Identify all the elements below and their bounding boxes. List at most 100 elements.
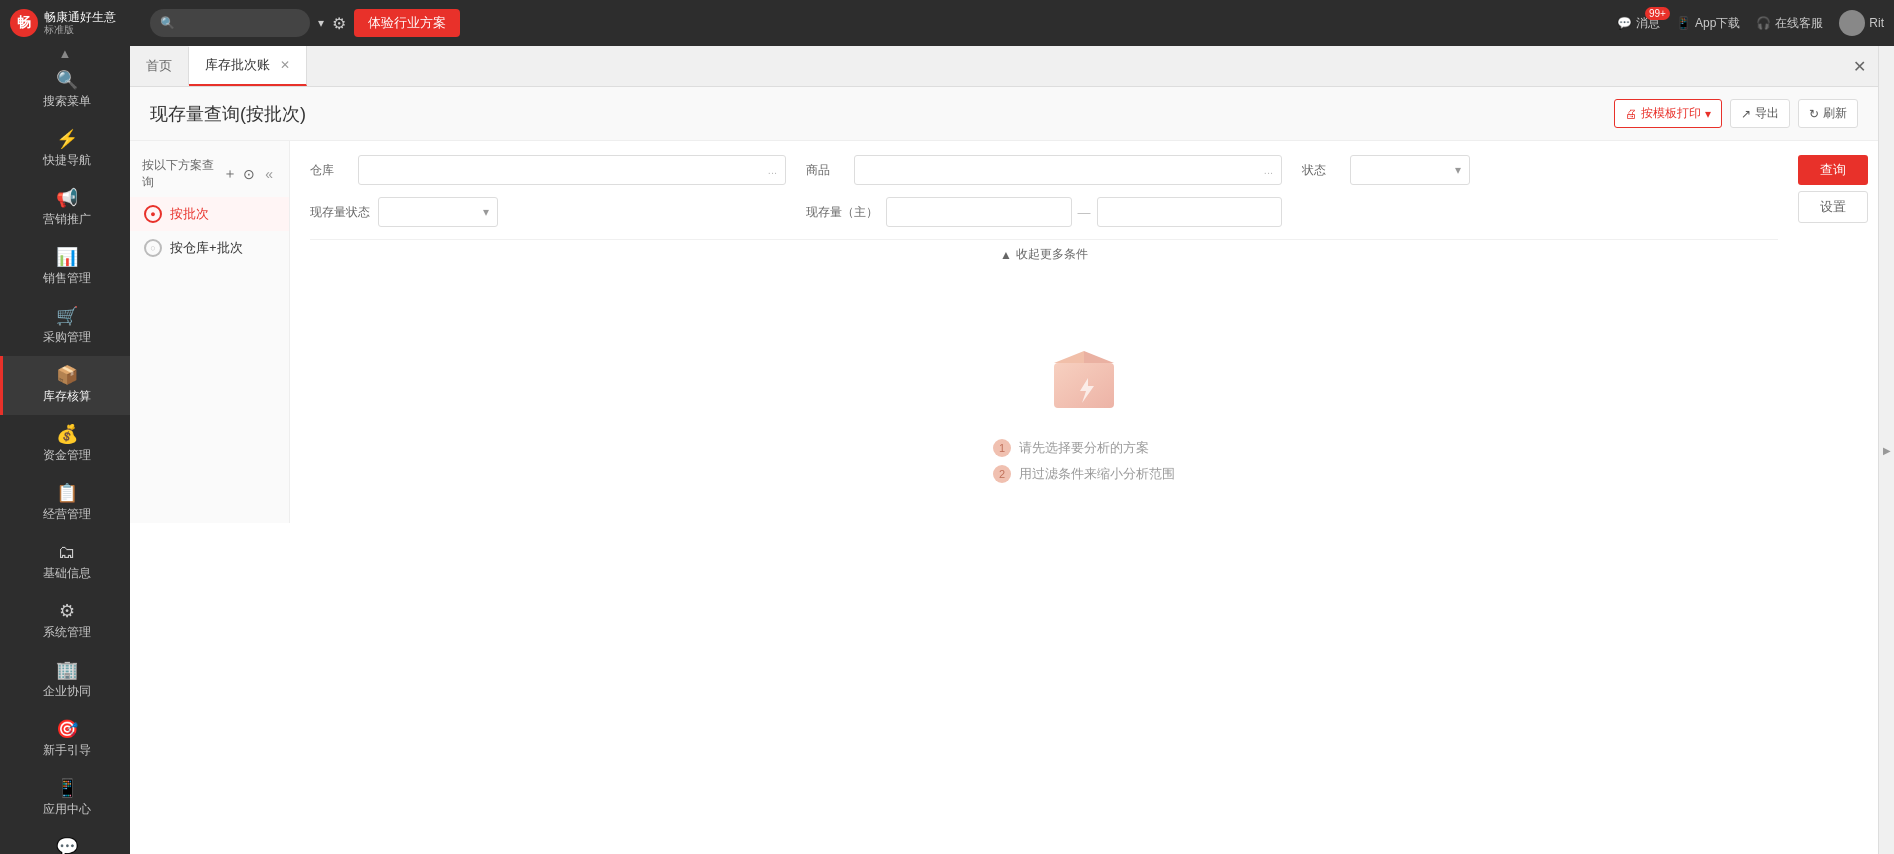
collapse-more-button[interactable]: ▲ 收起更多条件 xyxy=(310,239,1778,269)
filter-option-icon-warehouse: ○ xyxy=(144,239,162,257)
message-badge: 99+ xyxy=(1645,7,1670,20)
export-button[interactable]: ↗ 导出 xyxy=(1730,99,1790,128)
print-button[interactable]: 🖨 按模板打印 ▾ xyxy=(1614,99,1722,128)
inv-qty-label: 现存量（主） xyxy=(806,204,878,221)
nav-search-bar[interactable]: 🔍 xyxy=(150,9,310,37)
chevron-down-icon2: ▾ xyxy=(483,205,489,219)
action-buttons-column: 查询 设置 xyxy=(1798,141,1878,283)
filter-sidebar-title: 按以下方案查询 xyxy=(142,157,223,191)
nav-dropdown-button[interactable]: ▾ xyxy=(318,16,324,30)
sidebar-item-finance[interactable]: 💰 资金管理 xyxy=(0,415,130,474)
marketing-icon: 📢 xyxy=(56,189,78,207)
finance-icon: 💰 xyxy=(56,425,78,443)
experience-button[interactable]: 体验行业方案 xyxy=(354,9,460,37)
collapse-more-label: 收起更多条件 xyxy=(1016,246,1088,263)
status-select[interactable]: ▾ xyxy=(1350,155,1470,185)
settings-gear-button[interactable]: ⚙ xyxy=(332,14,346,33)
search-icon: 🔍 xyxy=(160,16,175,30)
sidebar-item-enterprise[interactable]: 🏢 企业协同 xyxy=(0,651,130,710)
filter-collapse-button[interactable]: « xyxy=(261,162,277,186)
export-icon: ↗ xyxy=(1741,107,1751,121)
sidebar-item-purchase[interactable]: 🛒 采购管理 xyxy=(0,297,130,356)
search-icon: 🔍 xyxy=(56,71,78,89)
sidebar-item-apps[interactable]: 📱 应用中心 xyxy=(0,769,130,828)
filter-option-by-batch[interactable]: ● 按批次 xyxy=(130,197,289,231)
svg-marker-2 xyxy=(1084,351,1114,363)
product-label: 商品 xyxy=(806,162,846,179)
sidebar-label-operations: 经营管理 xyxy=(43,506,91,523)
refresh-button[interactable]: ↻ 刷新 xyxy=(1798,99,1858,128)
query-button[interactable]: 查询 xyxy=(1798,155,1868,185)
logo-icon: 畅 xyxy=(10,9,38,37)
filter-option-by-warehouse-batch[interactable]: ○ 按仓库+批次 xyxy=(130,231,289,265)
chevron-up-icon: ▲ xyxy=(1000,248,1012,262)
sidebar-item-basic[interactable]: 🗂 基础信息 xyxy=(0,533,130,592)
filter-row-2: 现存量状态 ▾ 现存量（主） xyxy=(310,197,1778,227)
sidebar-scroll-up[interactable]: ▲ xyxy=(0,46,130,61)
sidebar: ▲ 🔍 搜索菜单 ⚡ 快捷导航 📢 营销推广 📊 销售管理 🛒 采购管理 📦 库… xyxy=(0,46,130,854)
purchase-icon: 🛒 xyxy=(56,307,78,325)
sidebar-item-wechat[interactable]: 💬 企业微信 xyxy=(0,828,130,854)
online-service-button[interactable]: 🎧 在线客服 xyxy=(1756,15,1823,32)
panel-close-button[interactable]: ✕ xyxy=(1841,57,1878,76)
chevron-down-icon: ▾ xyxy=(1455,163,1461,177)
sidebar-item-marketing[interactable]: 📢 营销推广 xyxy=(0,179,130,238)
app-logo: 畅 畅康通好生意 标准版 xyxy=(10,9,140,37)
filter-sidebar-header: 按以下方案查询 ＋ ⊙ « xyxy=(130,151,289,197)
top-navigation: 畅 畅康通好生意 标准版 🔍 ▾ ⚙ 体验行业方案 💬 消息 99+ 📱 App… xyxy=(0,0,1894,46)
export-label: 导出 xyxy=(1755,105,1779,122)
sidebar-label-basic: 基础信息 xyxy=(43,565,91,582)
filter-fields-row: 仓库 ... 商品 xyxy=(290,141,1878,283)
enterprise-icon: 🏢 xyxy=(56,661,78,679)
inv-qty-to-input[interactable] xyxy=(1097,197,1283,227)
inv-status-select[interactable]: ▾ xyxy=(378,197,498,227)
user-avatar[interactable]: Rit xyxy=(1839,10,1884,36)
settings-button[interactable]: 设置 xyxy=(1798,191,1868,223)
top-nav-right: 💬 消息 99+ 📱 App下载 🎧 在线客服 Rit xyxy=(1617,10,1884,36)
product-input[interactable]: ... xyxy=(854,155,1282,185)
inv-qty-from-input[interactable] xyxy=(886,197,1072,227)
print-label: 按模板打印 xyxy=(1641,105,1701,122)
svg-marker-1 xyxy=(1054,351,1084,363)
hint-text-2: 用过滤条件来缩小分析范围 xyxy=(1019,465,1175,483)
tabs-bar: 首页 库存批次账 ✕ ✕ xyxy=(130,46,1878,87)
filter-target-button[interactable]: ⊙ xyxy=(243,162,255,186)
sidebar-item-newbie[interactable]: 🎯 新手引导 xyxy=(0,710,130,769)
page-actions: 🖨 按模板打印 ▾ ↗ 导出 ↻ 刷新 xyxy=(1614,99,1858,128)
message-button[interactable]: 💬 消息 99+ xyxy=(1617,15,1660,32)
tab-home[interactable]: 首页 xyxy=(130,47,189,85)
filter-add-button[interactable]: ＋ xyxy=(223,162,237,186)
warehouse-more-icon: ... xyxy=(768,164,777,176)
tab-inventory-batch[interactable]: 库存批次账 ✕ xyxy=(189,46,307,86)
tab-close-button[interactable]: ✕ xyxy=(280,58,290,72)
right-panel-toggle[interactable]: ▶ xyxy=(1881,445,1892,456)
sidebar-item-quicknav[interactable]: ⚡ 快捷导航 xyxy=(0,120,130,179)
inventory-icon: 📦 xyxy=(56,366,78,384)
sidebar-item-operations[interactable]: 📋 经营管理 xyxy=(0,474,130,533)
sidebar-item-inventory[interactable]: 📦 库存核算 xyxy=(0,356,130,415)
wechat-icon: 💬 xyxy=(56,838,78,854)
sidebar-label-sales: 销售管理 xyxy=(43,270,91,287)
refresh-icon: ↻ xyxy=(1809,107,1819,121)
inv-qty-range: — xyxy=(886,197,1282,227)
quicknav-icon: ⚡ xyxy=(56,130,78,148)
warehouse-input[interactable]: ... xyxy=(358,155,786,185)
filter-field-warehouse: 仓库 ... xyxy=(310,155,786,185)
page-header: 现存量查询(按批次) 🖨 按模板打印 ▾ ↗ 导出 ↻ 刷新 xyxy=(130,87,1878,141)
sidebar-label-inventory: 库存核算 xyxy=(43,388,91,405)
sidebar-item-search[interactable]: 🔍 搜索菜单 xyxy=(0,61,130,120)
page-title: 现存量查询(按批次) xyxy=(150,102,306,126)
sidebar-item-system[interactable]: ⚙ 系统管理 xyxy=(0,592,130,651)
app-download-button[interactable]: 📱 App下载 xyxy=(1676,15,1740,32)
warehouse-label: 仓库 xyxy=(310,162,350,179)
right-panel[interactable]: ▶ xyxy=(1878,46,1894,854)
filter-sidebar-icons: ＋ ⊙ « xyxy=(223,162,277,186)
top-nav-center: 🔍 ▾ ⚙ 体验行业方案 xyxy=(140,9,1617,37)
filter-right: 仓库 ... 商品 xyxy=(290,141,1878,523)
filter-panel: 按以下方案查询 ＋ ⊙ « ● 按批次 ○ 按仓库+批次 xyxy=(130,141,1878,523)
message-icon: 💬 xyxy=(1617,16,1632,30)
inv-status-label: 现存量状态 xyxy=(310,204,370,221)
sidebar-item-sales[interactable]: 📊 销售管理 xyxy=(0,238,130,297)
sidebar-label-search: 搜索菜单 xyxy=(43,93,91,110)
filter-fields: 仓库 ... 商品 xyxy=(290,141,1798,283)
